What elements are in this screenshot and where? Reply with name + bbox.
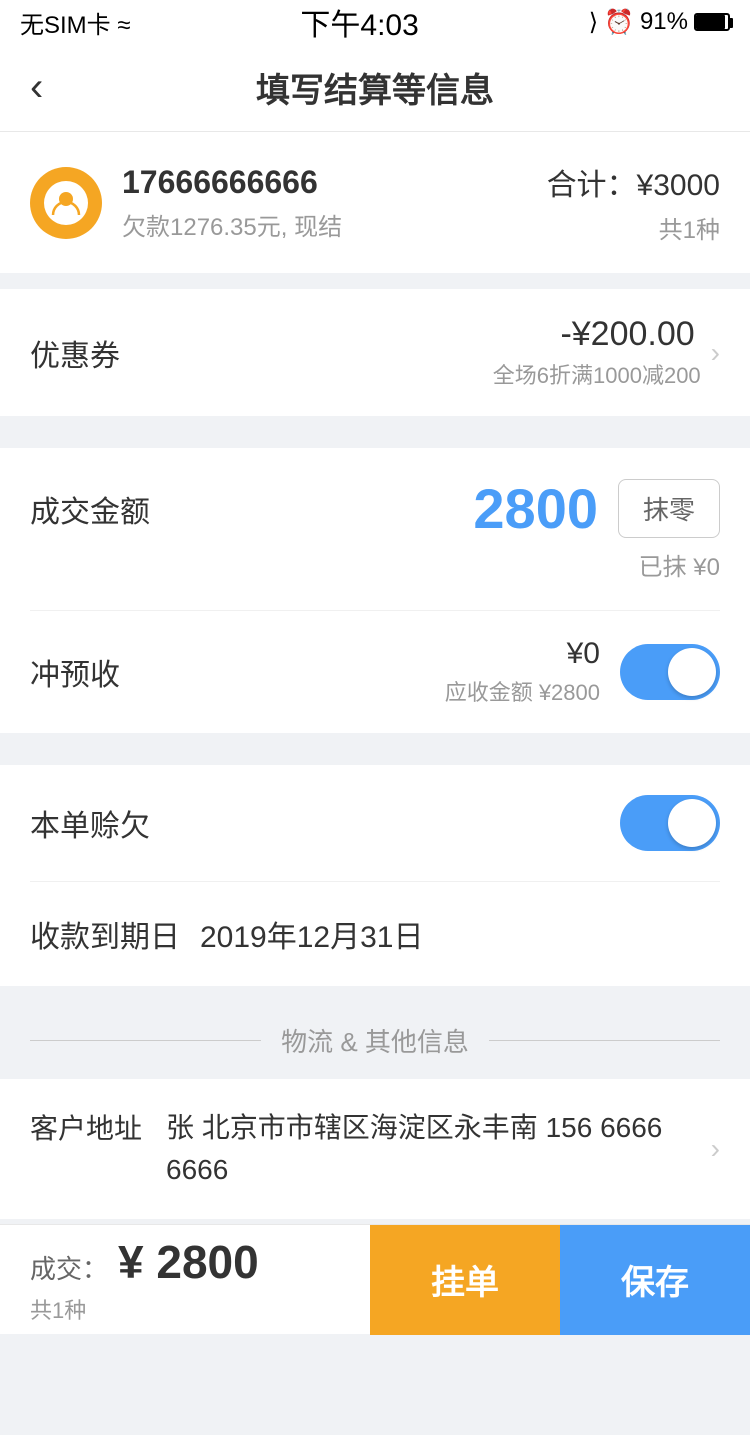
status-left: 无SIM卡 ≈: [20, 5, 131, 40]
address-value: 张 北京市市辖区海淀区永丰南 156 6666 6666: [166, 1107, 701, 1191]
prepaid-label: 冲预收: [30, 650, 120, 694]
coupon-label: 优惠券: [30, 331, 120, 375]
logistics-text: 物流 & 其他信息: [281, 1022, 469, 1059]
bottom-summary: 成交： ¥ 2800 共1种: [0, 1235, 370, 1325]
user-row: 17666666666 欠款1276.35元, 现结 合计：¥3000 共1种: [0, 132, 750, 273]
duedate-value: 2019年12月31日: [200, 912, 423, 956]
coupon-right: -¥200.00 全场6折满1000减200 ›: [493, 315, 720, 390]
debt-label: 本单赊欠: [30, 801, 150, 845]
debt-toggle[interactable]: [620, 795, 720, 851]
page-title: 填写结算等信息: [256, 63, 494, 112]
prepaid-row: 冲预收 ¥0 应收金额 ¥2800: [30, 637, 720, 707]
coupon-chevron-icon: ›: [711, 337, 720, 369]
logistics-line-right: [489, 1040, 720, 1041]
nav-bar: ‹ 填写结算等信息: [0, 44, 750, 132]
battery-icon: [694, 13, 730, 31]
debt-section: 本单赊欠: [0, 765, 750, 881]
back-button[interactable]: ‹: [30, 65, 43, 110]
transaction-amount: 2800: [473, 476, 598, 541]
coupon-card: 优惠券 -¥200.00 全场6折满1000减200 ›: [0, 289, 750, 416]
status-bar: 无SIM卡 ≈ 下午4:03 ⟩ ⏰ 91%: [0, 0, 750, 44]
bottom-label: 成交：: [30, 1249, 108, 1286]
avatar: [30, 167, 102, 239]
amount-row: 成交金额 2800 抹零: [30, 476, 720, 541]
prepaid-section: 冲预收 ¥0 应收金额 ¥2800: [0, 611, 750, 733]
location-icon: ⟩: [589, 8, 598, 37]
user-info: 17666666666 欠款1276.35元, 现结: [122, 164, 547, 242]
logistics-line-left: [30, 1040, 261, 1041]
user-total: 合计：¥3000 共1种: [547, 160, 720, 245]
coupon-right-text: -¥200.00 全场6折满1000减200: [493, 315, 701, 390]
battery-text: 91%: [640, 8, 688, 36]
total-amount: 合计：¥3000: [547, 160, 720, 204]
prepaid-amount-group: ¥0 应收金额 ¥2800: [445, 637, 600, 707]
round-button[interactable]: 抹零: [618, 479, 720, 538]
prepaid-amount: ¥0: [445, 637, 600, 671]
section-gap-1: [0, 432, 750, 448]
coupon-row[interactable]: 优惠券 -¥200.00 全场6折满1000减200 ›: [0, 289, 750, 416]
transaction-label: 成交金额: [30, 487, 150, 531]
transaction-note: 已抹 ¥0: [30, 547, 720, 582]
save-button[interactable]: 保存: [560, 1225, 750, 1335]
coupon-desc: 全场6折满1000减200: [493, 358, 701, 390]
debt-toggle-knob: [668, 799, 716, 847]
user-phone: 17666666666: [122, 164, 547, 201]
prepaid-toggle[interactable]: [620, 644, 720, 700]
pending-button[interactable]: 挂单: [370, 1225, 560, 1335]
avatar-icon: [44, 181, 88, 225]
bottom-bar: 成交： ¥ 2800 共1种 挂单 保存: [0, 1224, 750, 1334]
address-chevron-icon: ›: [711, 1133, 720, 1165]
duedate-label: 收款到期日: [30, 912, 180, 956]
total-count: 共1种: [547, 210, 720, 245]
transaction-card: 成交金额 2800 抹零 已抹 ¥0 冲预收 ¥0 应收金额 ¥2800: [0, 448, 750, 733]
toggle-knob: [668, 648, 716, 696]
amount-value-group: 2800 抹零: [473, 476, 720, 541]
debt-card: 本单赊欠 收款到期日 2019年12月31日: [0, 765, 750, 986]
prepaid-note: 应收金额 ¥2800: [445, 675, 600, 707]
logistics-divider: 物流 & 其他信息: [0, 1002, 750, 1079]
bottom-amount: ¥ 2800: [118, 1235, 259, 1289]
section-gap-2: [0, 749, 750, 765]
user-debt: 欠款1276.35元, 现结: [122, 207, 547, 242]
address-label: 客户地址: [30, 1107, 142, 1147]
bottom-total-row: 成交： ¥ 2800: [30, 1235, 340, 1289]
status-time: 下午4:03: [300, 0, 418, 44]
amount-section: 成交金额 2800 抹零 已抹 ¥0: [0, 448, 750, 610]
prepaid-right: ¥0 应收金额 ¥2800: [445, 637, 720, 707]
duedate-section: 收款到期日 2019年12月31日: [0, 882, 750, 986]
address-card: 客户地址 张 北京市市辖区海淀区永丰南 156 6666 6666 ›: [0, 1079, 750, 1219]
bottom-count: 共1种: [30, 1293, 340, 1325]
no-sim-text: 无SIM卡 ≈: [20, 5, 131, 40]
alarm-icon: ⏰: [604, 8, 634, 37]
status-right: ⟩ ⏰ 91%: [589, 8, 730, 37]
coupon-discount: -¥200.00: [493, 315, 695, 354]
user-info-card: 17666666666 欠款1276.35元, 现结 合计：¥3000 共1种: [0, 132, 750, 273]
address-row[interactable]: 客户地址 张 北京市市辖区海淀区永丰南 156 6666 6666 ›: [0, 1079, 750, 1219]
